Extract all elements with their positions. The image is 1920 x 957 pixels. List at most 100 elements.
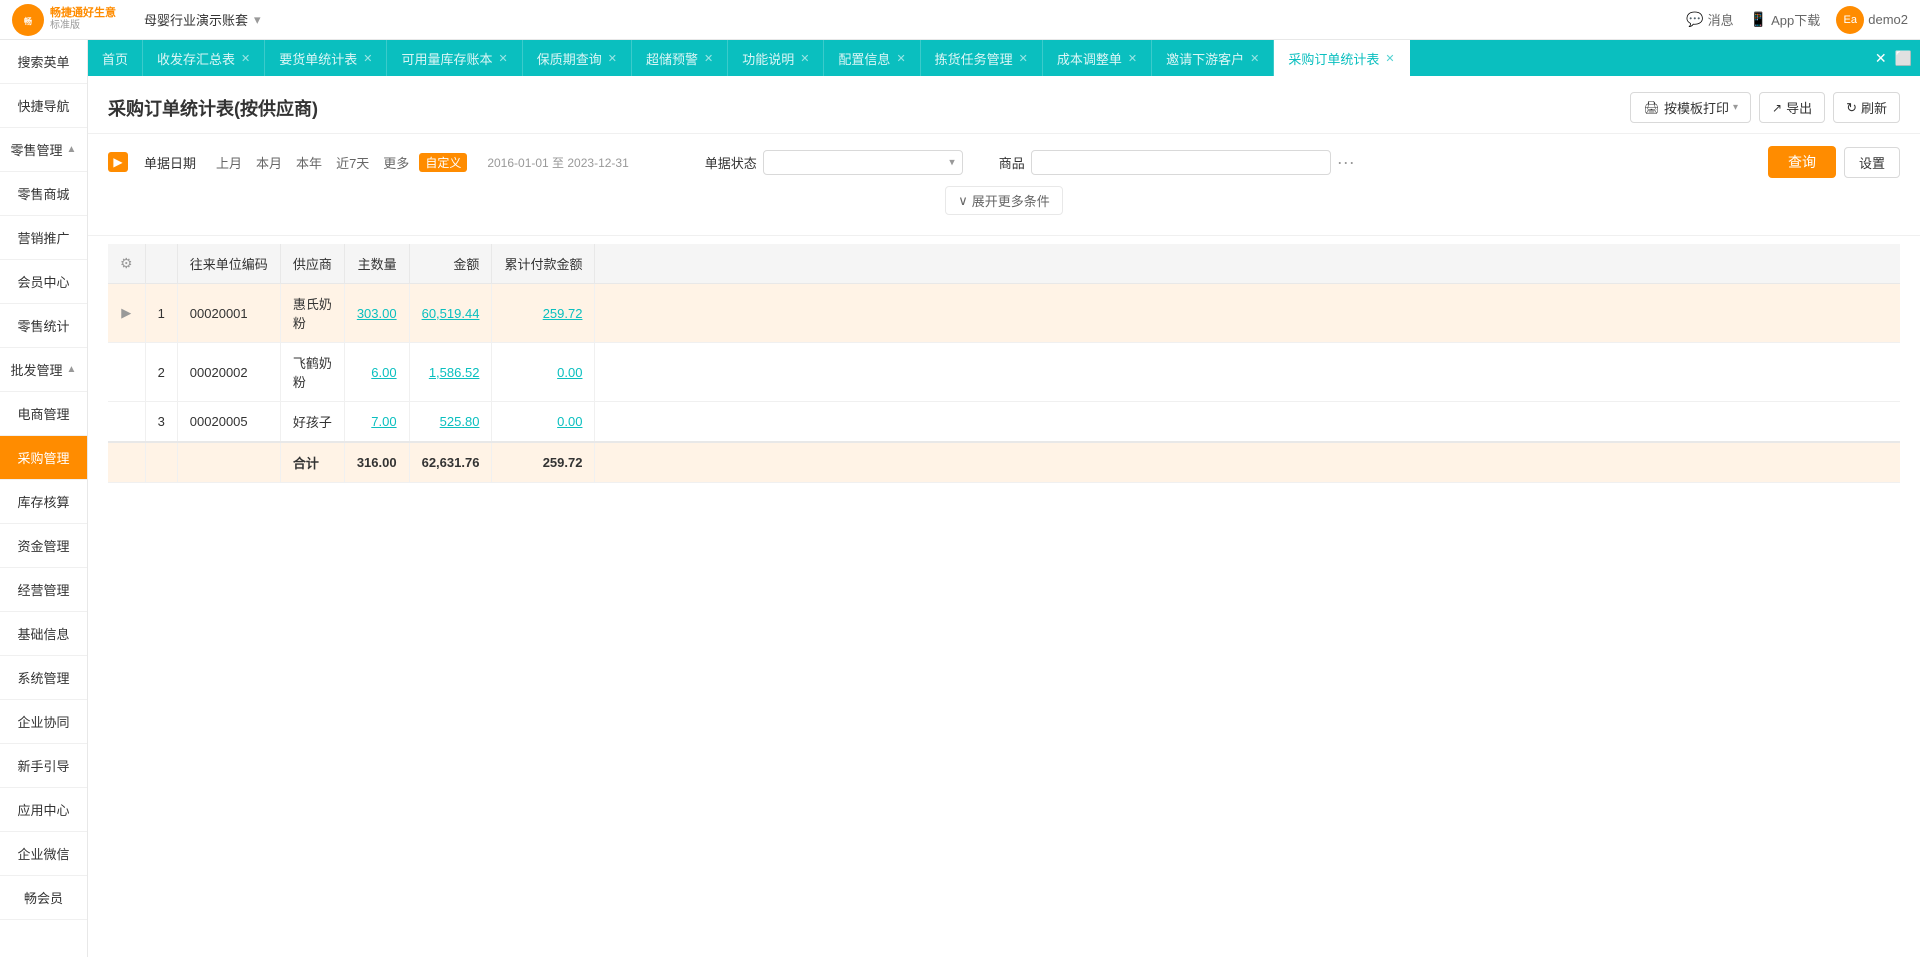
sidebar-item-vip[interactable]: 畅会员 <box>0 876 87 920</box>
sidebar-item-purchase[interactable]: 采购管理 <box>0 436 87 480</box>
tab-cost-adjust[interactable]: 成本调整单 ✕ <box>1043 40 1152 76</box>
tab-overstock[interactable]: 超储预警 ✕ <box>632 40 728 76</box>
sidebar-item-newbie[interactable]: 新手引导 <box>0 744 87 788</box>
quantity-1: 303.00 <box>344 284 409 343</box>
amount-link-3[interactable]: 525.80 <box>440 414 480 429</box>
tab-available-stock[interactable]: 可用量库存账本 ✕ <box>387 40 522 76</box>
sidebar-item-operation[interactable]: 经营管理 <box>0 568 87 612</box>
tab-overstock-label: 超储预警 <box>646 49 698 68</box>
sidebar-item-app-center[interactable]: 应用中心 <box>0 788 87 832</box>
setting-button[interactable]: 设置 <box>1844 147 1900 178</box>
goods-label: 商品 <box>999 153 1025 172</box>
sidebar-item-wechat[interactable]: 企业微信 <box>0 832 87 876</box>
tab-config-info[interactable]: 配置信息 ✕ <box>824 40 920 76</box>
sidebar-item-quick-nav[interactable]: 快捷导航 <box>0 84 87 128</box>
tab-home[interactable]: 首页 <box>88 40 143 76</box>
date-shortcut-this-month[interactable]: 本月 <box>252 151 286 174</box>
paid-link-3[interactable]: 0.00 <box>557 414 582 429</box>
sidebar-item-finance[interactable]: 资金管理 <box>0 524 87 568</box>
quantity-2: 6.00 <box>344 343 409 402</box>
date-shortcut-7days[interactable]: 近7天 <box>332 151 373 174</box>
query-button[interactable]: 查询 <box>1768 146 1836 178</box>
close-icon[interactable]: ✕ <box>1385 52 1394 65</box>
date-shortcut-more[interactable]: 更多 <box>379 151 413 174</box>
user-area[interactable]: Ea demo2 <box>1836 6 1908 34</box>
sidebar-label-marketing: 营销推广 <box>17 231 69 246</box>
extra-col-1 <box>595 284 1900 343</box>
amount-3: 525.80 <box>409 402 492 443</box>
close-icon[interactable]: ✕ <box>499 52 508 65</box>
app-download-btn[interactable]: 📱 App下载 <box>1750 10 1821 29</box>
sidebar-label-newbie: 新手引导 <box>17 759 69 774</box>
sidebar-item-enterprise[interactable]: 企业协同 <box>0 700 87 744</box>
sidebar-item-system[interactable]: 系统管理 <box>0 656 87 700</box>
tab-pick-task[interactable]: 拣货任务管理 ✕ <box>921 40 1043 76</box>
chevron-down-icon: ▲ <box>67 144 77 155</box>
quantity-link-3[interactable]: 7.00 <box>371 414 396 429</box>
sidebar-item-wholesale[interactable]: 批发管理 ▲ <box>0 348 87 392</box>
tab-expiry-query[interactable]: 保质期查询 ✕ <box>523 40 632 76</box>
amount-2: 1,586.52 <box>409 343 492 402</box>
sidebar-item-search[interactable]: 搜索英单 <box>0 40 87 84</box>
footer-amount: 62,631.76 <box>409 442 492 483</box>
sidebar-label-operation: 经营管理 <box>17 583 69 598</box>
close-icon[interactable]: ✕ <box>800 52 809 65</box>
extra-col-2 <box>595 343 1900 402</box>
status-select[interactable] <box>763 150 963 175</box>
goods-input[interactable] <box>1031 150 1331 175</box>
close-icon[interactable]: ✕ <box>241 52 250 65</box>
table-footer-row: 合计 316.00 62,631.76 259.72 <box>108 442 1900 483</box>
date-shortcut-last-month[interactable]: 上月 <box>212 151 246 174</box>
sidebar-label-vip: 畅会员 <box>24 891 63 906</box>
tab-function-desc[interactable]: 功能说明 ✕ <box>728 40 824 76</box>
sidebar-item-basic-info[interactable]: 基础信息 <box>0 612 87 656</box>
tab-close-all-icon[interactable]: ✕ <box>1875 50 1887 67</box>
sidebar-label-ecommerce: 电商管理 <box>17 407 69 422</box>
close-icon[interactable]: ✕ <box>704 52 713 65</box>
quantity-link-2[interactable]: 6.00 <box>371 365 396 380</box>
more-options-icon[interactable]: ··· <box>1337 152 1355 173</box>
expand-label: 展开更多条件 <box>972 191 1050 210</box>
content-area: 首页 收发存汇总表 ✕ 要货单统计表 ✕ 可用量库存账本 ✕ 保质期查询 ✕ 超… <box>88 40 1920 957</box>
sidebar-label-basic-info: 基础信息 <box>17 627 69 642</box>
tab-invite-downstream[interactable]: 邀请下游客户 ✕ <box>1152 40 1274 76</box>
close-icon[interactable]: ✕ <box>608 52 617 65</box>
settings-icon[interactable]: ⚙ <box>120 255 133 271</box>
message-btn[interactable]: 💬 消息 <box>1686 10 1733 29</box>
sidebar-item-retail-stats[interactable]: 零售统计 <box>0 304 87 348</box>
top-bar: 畅 畅捷通好生意 标准版 母婴行业演示账套 ▾ 💬 消息 📱 App下载 Ea … <box>0 0 1920 40</box>
close-icon[interactable]: ✕ <box>1019 52 1028 65</box>
expand-row-icon[interactable]: ▶ <box>121 305 131 320</box>
sidebar-item-retail-shop[interactable]: 零售商城 <box>0 172 87 216</box>
sidebar-item-retail-mgmt[interactable]: 零售管理 ▲ <box>0 128 87 172</box>
close-icon[interactable]: ✕ <box>1250 52 1259 65</box>
sidebar-item-member[interactable]: 会员中心 <box>0 260 87 304</box>
amount-link-2[interactable]: 1,586.52 <box>429 365 480 380</box>
tab-receive-send[interactable]: 收发存汇总表 ✕ <box>143 40 265 76</box>
tab-config-label: 配置信息 <box>838 49 890 68</box>
refresh-button[interactable]: ↻ 刷新 <box>1833 92 1900 123</box>
tab-purchase-stats[interactable]: 采购订单统计表 ✕ <box>1274 40 1409 76</box>
status-filter: 单据状态 <box>705 150 963 175</box>
paid-link-2[interactable]: 0.00 <box>557 365 582 380</box>
sidebar-item-ecommerce[interactable]: 电商管理 <box>0 392 87 436</box>
expand-more-btn[interactable]: ∨ 展开更多条件 <box>945 186 1063 215</box>
breadcrumb[interactable]: 母婴行业演示账套 ▾ <box>144 10 261 29</box>
date-shortcut-this-year[interactable]: 本年 <box>292 151 326 174</box>
sidebar-item-marketing[interactable]: 营销推广 <box>0 216 87 260</box>
print-button[interactable]: 🖨 按模板打印 ▾ <box>1630 92 1751 123</box>
date-range-text: 2016-01-01 至 2023-12-31 <box>487 154 628 171</box>
sidebar-item-inventory[interactable]: 库存核算 <box>0 480 87 524</box>
close-icon[interactable]: ✕ <box>363 52 372 65</box>
close-icon[interactable]: ✕ <box>1128 52 1137 65</box>
status-label: 单据状态 <box>705 153 757 172</box>
filter-toggle-btn[interactable]: ▶ <box>108 152 128 172</box>
tab-maximize-icon[interactable]: ⬜ <box>1895 50 1912 67</box>
close-icon[interactable]: ✕ <box>896 52 905 65</box>
custom-date-badge[interactable]: 自定义 <box>419 153 467 172</box>
tab-order-stats[interactable]: 要货单统计表 ✕ <box>265 40 387 76</box>
paid-link-1[interactable]: 259.72 <box>543 306 583 321</box>
amount-link-1[interactable]: 60,519.44 <box>422 306 480 321</box>
quantity-link-1[interactable]: 303.00 <box>357 306 397 321</box>
export-button[interactable]: ↗ 导出 <box>1759 92 1825 123</box>
